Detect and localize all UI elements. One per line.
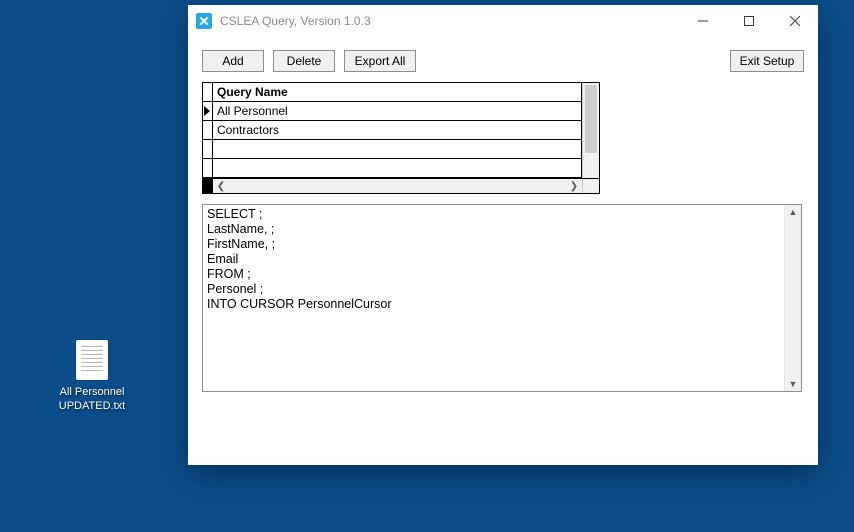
grid-row-gutter [203,121,213,139]
window-title: CSLEA Query, Version 1.0.3 [220,14,680,28]
grid-row[interactable] [203,140,582,159]
query-grid[interactable]: Query Name All Personnel Contractors [202,82,600,194]
grid-hscroll-gutter [203,179,213,193]
client-area: Add Delete Export All Exit Setup Query N… [188,36,818,465]
grid-row-indicator-icon [203,102,213,120]
grid-rows-container: Query Name All Personnel Contractors [203,83,582,178]
sql-editor-container: SELECT ; LastName, ; FirstName, ; Email … [202,204,802,392]
grid-header-cell[interactable]: Query Name [213,83,582,101]
desktop-background: All Personnel UPDATED.txt CSLEA Query, V… [0,0,854,532]
grid-cell[interactable] [213,140,582,158]
grid-row[interactable] [203,159,582,178]
exit-setup-button[interactable]: Exit Setup [730,50,804,72]
grid-cell[interactable]: Contractors [213,121,582,139]
maximize-button[interactable] [726,5,772,36]
grid-row-gutter [203,159,213,177]
scroll-right-icon[interactable]: ❯ [568,181,580,192]
scroll-down-icon[interactable]: ▼ [785,379,801,389]
grid-cell[interactable] [213,159,582,177]
app-window: CSLEA Query, Version 1.0.3 Add Delete Ex… [188,5,818,465]
delete-button[interactable]: Delete [273,50,335,72]
toolbar: Add Delete Export All Exit Setup [202,50,804,72]
grid-header-row: Query Name [203,83,582,102]
app-icon [196,13,212,29]
close-icon [790,16,800,26]
add-button[interactable]: Add [202,50,264,72]
text-file-icon [76,340,108,380]
minimize-icon [698,16,708,26]
grid-vertical-scrollbar[interactable] [582,83,599,178]
scrollbar-corner [582,179,599,193]
grid-row[interactable]: Contractors [203,121,582,140]
editor-vertical-scrollbar[interactable]: ▲ ▼ [784,205,801,391]
grid-row-gutter [203,140,213,158]
grid-horizontal-scrollbar[interactable]: ❮ ❯ [213,179,582,193]
grid-header-gutter [203,83,213,101]
desktop-file-icon[interactable]: All Personnel UPDATED.txt [56,340,128,413]
scroll-up-icon[interactable]: ▲ [785,207,801,217]
close-button[interactable] [772,5,818,36]
titlebar[interactable]: CSLEA Query, Version 1.0.3 [188,5,818,36]
minimize-button[interactable] [680,5,726,36]
maximize-icon [744,16,754,26]
sql-editor[interactable]: SELECT ; LastName, ; FirstName, ; Email … [203,205,784,391]
desktop-file-label: All Personnel UPDATED.txt [44,385,140,413]
scrollbar-thumb[interactable] [585,85,597,153]
scroll-left-icon[interactable]: ❮ [215,181,227,192]
window-controls [680,5,818,36]
grid-row[interactable]: All Personnel [203,102,582,121]
export-all-button[interactable]: Export All [344,50,416,72]
grid-cell[interactable]: All Personnel [213,102,582,120]
